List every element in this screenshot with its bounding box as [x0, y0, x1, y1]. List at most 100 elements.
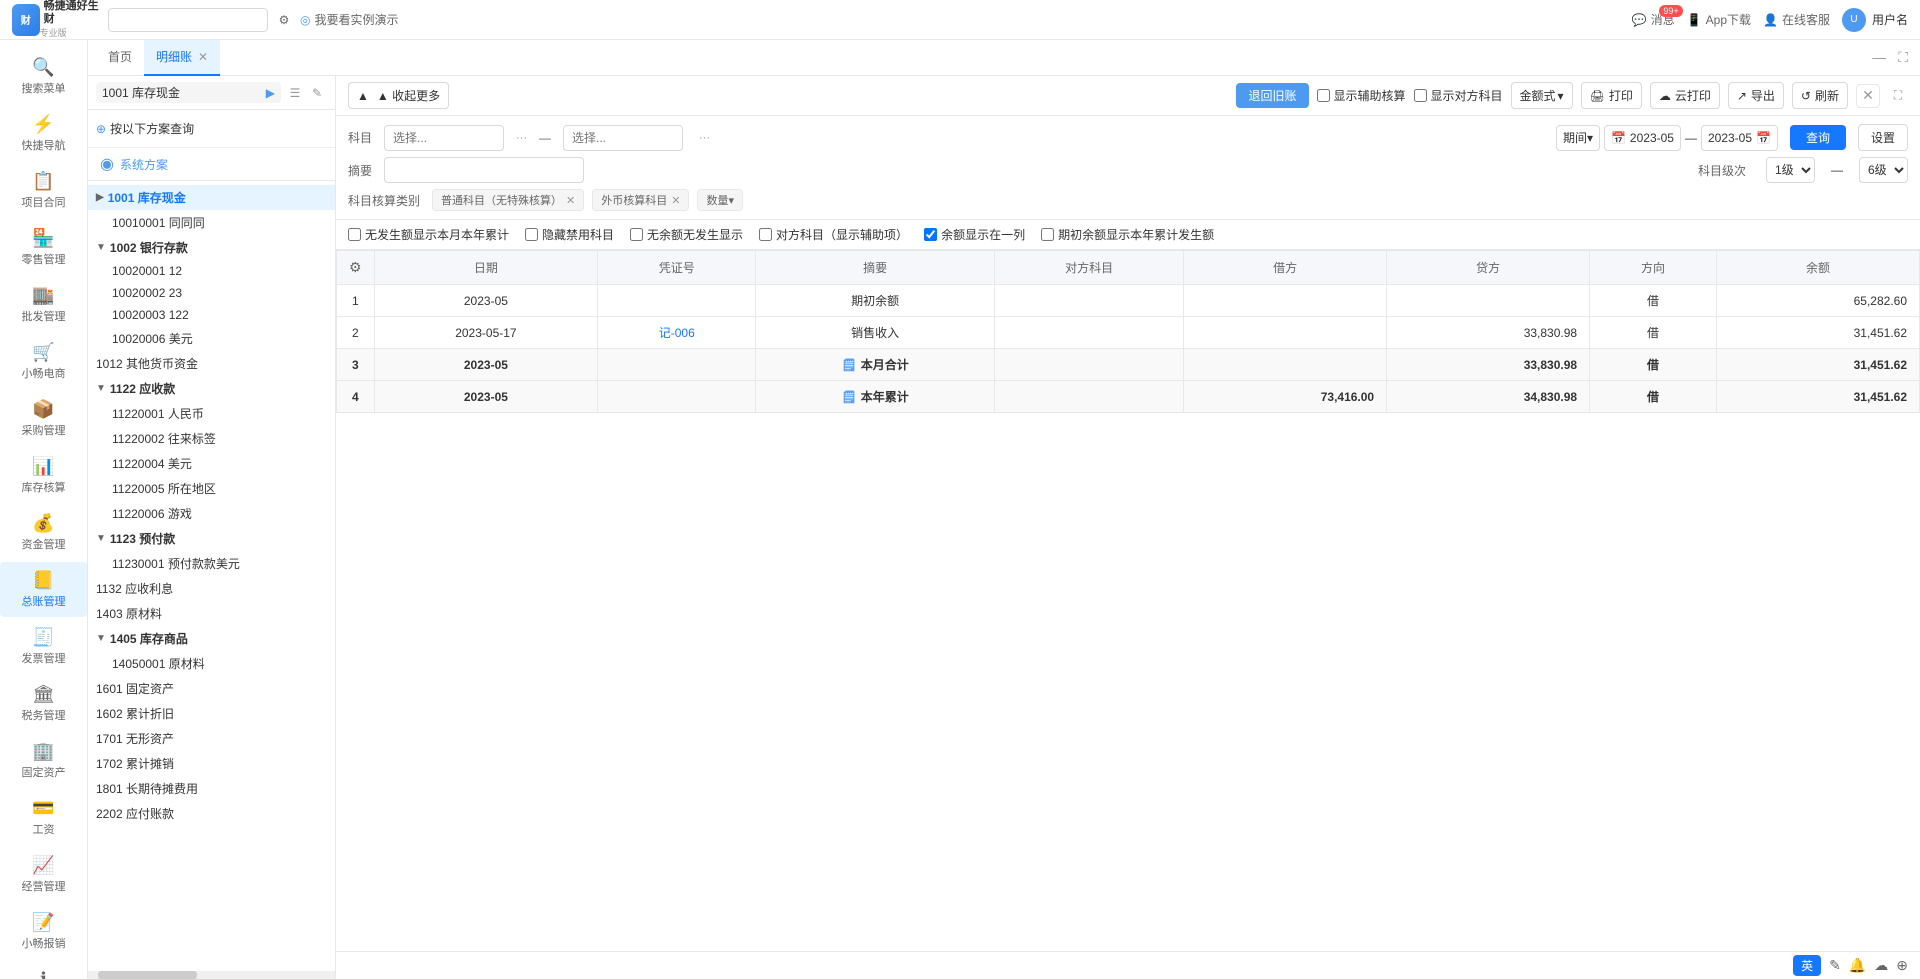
tree-edit-icon[interactable]: ✎ [307, 83, 327, 103]
tree-item-1001[interactable]: ▶ 1001 库存现金 [88, 185, 335, 210]
summary-input[interactable] [384, 157, 584, 183]
sidebar-item-project[interactable]: 📋 项目合同 [0, 163, 87, 218]
online-service-btn[interactable]: 👤 在线客服 [1763, 11, 1830, 28]
top-search-input[interactable] [108, 8, 268, 32]
tree-item-1701[interactable]: 1701 无形资产 [88, 726, 335, 751]
option-no-balance[interactable]: 无余额无发生显示 [630, 226, 743, 243]
voucher-link[interactable]: 记-006 [659, 326, 695, 340]
tree-item-11220005[interactable]: 11220005 所在地区 [104, 476, 335, 501]
show-opposite-checkbox[interactable]: 显示对方科目 [1414, 87, 1503, 104]
option-opposite-subject[interactable]: 对方科目（显示辅助项） [759, 226, 908, 243]
filter-tag-quantity[interactable]: 数量▾ [697, 189, 743, 211]
col-settings-icon[interactable]: ⚙ [349, 259, 362, 275]
cloud-print-btn[interactable]: ☁ 云打印 [1650, 82, 1720, 109]
tree-item-2202[interactable]: 2202 应付账款 [88, 801, 335, 826]
format-btn[interactable]: 金额式 ▾ [1511, 82, 1573, 109]
edit-icon[interactable]: ✎ [1829, 957, 1841, 974]
sidebar-item-ecommerce[interactable]: 🛒 小畅电商 [0, 334, 87, 389]
option-show-beginning[interactable]: 期初余额显示本年累计发生额 [1041, 226, 1214, 243]
print-btn[interactable]: 🖨 打印 [1581, 82, 1642, 109]
sidebar-item-quick-nav[interactable]: ⚡ 快捷导航 [0, 106, 87, 161]
sidebar-item-ledger[interactable]: 📒 总账管理 [0, 562, 87, 617]
sidebar-item-invoice[interactable]: 🧾 发票管理 [0, 619, 87, 674]
level-from-select[interactable]: 1级2级3级 [1766, 157, 1815, 183]
tab-close-icon[interactable]: ✕ [198, 50, 208, 64]
tree-item-14050001[interactable]: 14050001 原材料 [104, 651, 335, 676]
back-btn[interactable]: 退回旧账 [1236, 83, 1308, 108]
sidebar-item-capital[interactable]: 💰 资金管理 [0, 505, 87, 560]
tree-scrollbar[interactable] [88, 971, 335, 979]
expand-more-btn[interactable]: ▲ ▲ 收起更多 [348, 82, 449, 109]
subject-to-input[interactable] [563, 125, 683, 151]
tree-item-1601[interactable]: 1601 固定资产 [88, 676, 335, 701]
tree-item-10020002[interactable]: 10020002 23 [104, 282, 335, 304]
sidebar-item-wholesale[interactable]: 🏬 批发管理 [0, 277, 87, 332]
period-to-field[interactable]: 2023-05 📅 [1701, 125, 1778, 151]
tree-item-1403[interactable]: 1403 原材料 [88, 601, 335, 626]
subject-from-input[interactable] [384, 125, 504, 151]
tree-item-1122[interactable]: ▼ 1122 应收款 [88, 376, 335, 401]
sidebar-item-tax[interactable]: 🏛 税务管理 [0, 676, 87, 731]
show-auxiliary-checkbox[interactable]: 显示辅助核算 [1317, 87, 1406, 104]
filter-tag-normal[interactable]: 普通科目（无特殊核算） ✕ [432, 189, 584, 211]
tab-detail[interactable]: 明细账 ✕ [144, 40, 220, 76]
lang-btn[interactable]: 英 [1793, 955, 1821, 976]
option-show-balance-col[interactable]: 余额显示在一列 [924, 226, 1025, 243]
sidebar-item-operation[interactable]: 📈 经营管理 [0, 847, 87, 902]
app-download-btn[interactable]: 📱 App下载 [1687, 11, 1751, 28]
sidebar-item-assets[interactable]: 🏢 固定资产 [0, 733, 87, 788]
tree-item-1002[interactable]: ▼ 1002 银行存款 [88, 235, 335, 260]
tree-item-11220004[interactable]: 11220004 美元 [104, 451, 335, 476]
sidebar-item-salary[interactable]: 💳 工资 [0, 790, 87, 845]
settings-btn[interactable]: 设置 [1858, 124, 1908, 151]
close-panel-btn[interactable]: ✕ [1856, 84, 1880, 108]
message-btn[interactable]: 💬 消息 99+ [1632, 11, 1675, 28]
tab-expand-btn[interactable]: ⛶ [1894, 45, 1912, 70]
tag-close-foreign[interactable]: ✕ [671, 194, 680, 207]
plus-circle-icon[interactable]: ⊕ [1896, 957, 1908, 974]
tree-item-1132[interactable]: 1132 应收利息 [88, 576, 335, 601]
tree-item-11220002[interactable]: 11220002 往来标签 [104, 426, 335, 451]
filter-tag-foreign[interactable]: 外币核算科目 ✕ [592, 189, 689, 211]
sidebar-item-search[interactable]: 🔍 搜索菜单 [0, 49, 87, 104]
tree-item-1012[interactable]: 1012 其他货币资金 [88, 351, 335, 376]
tree-item-10010001[interactable]: 10010001 同同同 [104, 210, 335, 235]
period-label[interactable]: 期间▾ [1556, 125, 1600, 151]
sidebar-item-retail[interactable]: 🏪 零售管理 [0, 220, 87, 275]
option-hide-disabled[interactable]: 隐藏禁用科目 [525, 226, 614, 243]
tree-item-11230001[interactable]: 11230001 预付款款美元 [104, 551, 335, 576]
cell-voucher[interactable]: 记-006 [598, 317, 756, 349]
top-settings-icon[interactable]: ⚙ [272, 8, 296, 32]
tab-minimize-btn[interactable]: — [1868, 45, 1890, 70]
sidebar-item-inventory[interactable]: 📊 库存核算 [0, 448, 87, 503]
tree-item-11220001[interactable]: 11220001 人民币 [104, 401, 335, 426]
query-header[interactable]: ⊕ 按以下方案查询 [96, 116, 327, 141]
cloud-icon[interactable]: ☁ [1874, 957, 1888, 974]
tree-item-11220006[interactable]: 11220006 游戏 [104, 501, 335, 526]
tree-item-1602[interactable]: 1602 累计折旧 [88, 701, 335, 726]
col-settings[interactable]: ⚙ [337, 251, 375, 285]
tree-item-10020003[interactable]: 10020003 122 [104, 304, 335, 326]
tree-item-10020001[interactable]: 10020001 12 [104, 260, 335, 282]
user-area[interactable]: U 用户名 [1842, 8, 1908, 32]
sidebar-item-report[interactable]: 📝 小畅报销 [0, 904, 87, 959]
tab-home[interactable]: 首页 [96, 40, 144, 76]
option-no-occurrence[interactable]: 无发生额显示本月本年累计 [348, 226, 509, 243]
sidebar-item-purchase[interactable]: 📦 采购管理 [0, 391, 87, 446]
account-nav[interactable]: 1001 库存现金 ▶ [96, 82, 281, 103]
tree-menu-icon[interactable]: ☰ [285, 83, 305, 103]
fullscreen-btn[interactable]: ⛶ [1888, 86, 1908, 106]
refresh-btn[interactable]: ↺ 刷新 [1792, 82, 1848, 109]
tree-item-1123[interactable]: ▼ 1123 预付款 [88, 526, 335, 551]
bell-icon[interactable]: 🔔 [1849, 957, 1866, 974]
tree-item-1801[interactable]: 1801 长期待摊费用 [88, 776, 335, 801]
tree-item-1405[interactable]: ▼ 1405 库存商品 [88, 626, 335, 651]
query-btn[interactable]: 查询 [1790, 125, 1846, 150]
period-from-field[interactable]: 📅 2023-05 [1604, 125, 1681, 151]
tag-close-normal[interactable]: ✕ [566, 194, 575, 207]
level-to-select[interactable]: 6级3级4级5级 [1859, 157, 1908, 183]
demo-link[interactable]: ◎ 我要看实例演示 [300, 11, 399, 28]
sidebar-item-basic[interactable]: ℹ 基础信息 [0, 961, 87, 979]
tree-item-1702[interactable]: 1702 累计摊销 [88, 751, 335, 776]
export-btn[interactable]: ↗ 导出 [1728, 82, 1784, 109]
